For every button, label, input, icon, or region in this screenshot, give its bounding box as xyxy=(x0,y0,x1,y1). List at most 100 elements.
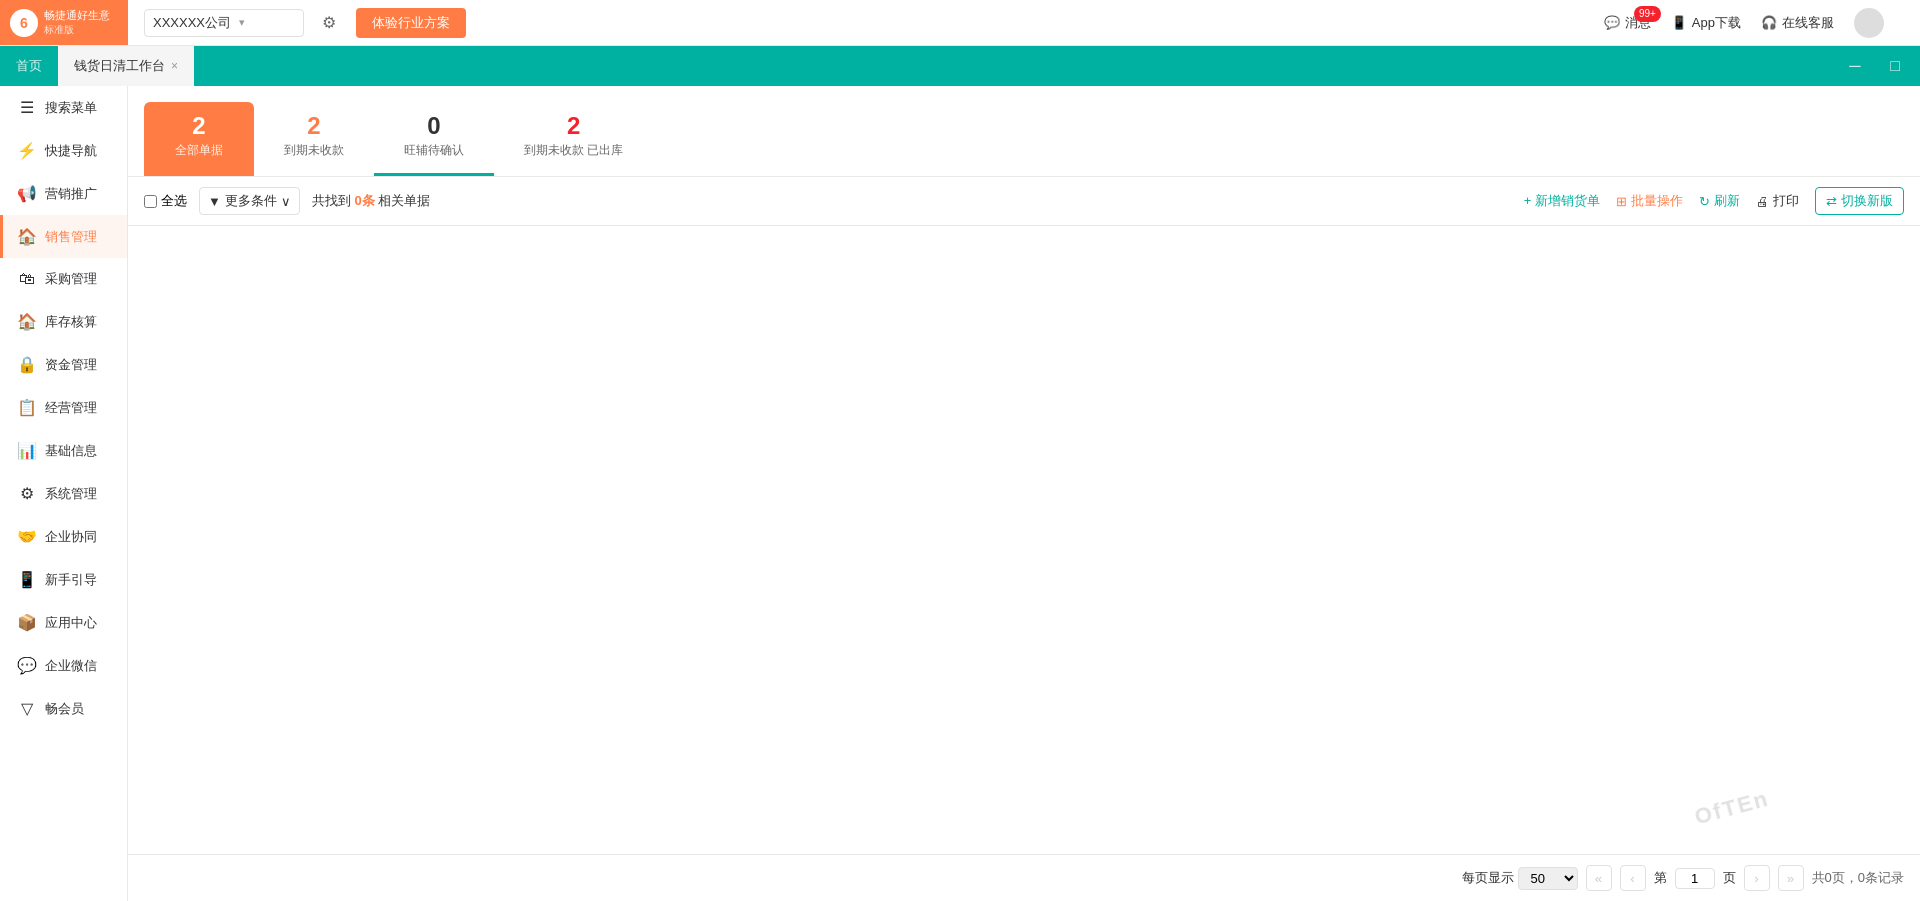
headset-icon: 🎧 xyxy=(1761,15,1777,30)
sys-mgmt-icon: ⚙ xyxy=(17,484,37,503)
company-dropdown-arrow: ▾ xyxy=(239,16,245,29)
per-page-selector: 每页显示 50 100 200 xyxy=(1462,867,1578,890)
found-count: 0条 xyxy=(355,193,375,208)
stat-number-overdue: 2 xyxy=(307,112,320,140)
page-number-input[interactable] xyxy=(1675,868,1715,889)
page-suffix-label: 页 xyxy=(1723,869,1736,887)
select-all-checkbox[interactable]: 全选 xyxy=(144,192,187,210)
purchase-icon: 🛍 xyxy=(17,270,37,288)
switch-icon: ⇄ xyxy=(1826,194,1837,209)
logo-tag: 标准版 xyxy=(44,23,110,37)
sidebar-item-operations[interactable]: 📋 经营管理 xyxy=(0,386,127,429)
prev-page-button[interactable]: ‹ xyxy=(1620,865,1646,891)
logo-title: 畅捷通好生意 xyxy=(44,8,110,22)
per-page-select[interactable]: 50 100 200 xyxy=(1518,867,1578,890)
print-button[interactable]: 🖨 打印 xyxy=(1756,192,1799,210)
per-page-label: 每页显示 xyxy=(1462,869,1514,887)
batch-ops-icon: ⊞ xyxy=(1616,194,1627,209)
stat-tab-overdue[interactable]: 2 到期未收款 xyxy=(254,102,374,176)
sidebar: ☰ 搜索菜单 ⚡ 快捷导航 📢 营销推广 🏠 销售管理 🛍 采购管理 🏠 库存核… xyxy=(0,86,128,901)
refresh-button[interactable]: ↻ 刷新 xyxy=(1699,192,1740,210)
refresh-icon: ↻ xyxy=(1699,194,1710,209)
header-right: 💬 消息 99+ 📱 App下载 🎧 在线客服 xyxy=(1604,8,1904,38)
stat-number-all: 2 xyxy=(192,112,205,140)
sidebar-item-app-center[interactable]: 📦 应用中心 xyxy=(0,601,127,644)
base-info-icon: 📊 xyxy=(17,441,37,460)
message-icon: 💬 xyxy=(1604,15,1620,30)
search-menu-icon: ☰ xyxy=(17,98,37,117)
print-icon: 🖨 xyxy=(1756,194,1769,209)
company-selector[interactable]: XXXXXX公司 ▾ xyxy=(144,9,304,37)
sales-icon: 🏠 xyxy=(17,227,37,246)
app-download-label: App下载 xyxy=(1692,14,1741,32)
online-service-label: 在线客服 xyxy=(1782,14,1834,32)
stat-label-overdue: 到期未收款 xyxy=(284,142,344,159)
nav-tab-actions: ─ □ xyxy=(1840,51,1920,81)
stat-tab-overdue-shipped[interactable]: 2 到期未收款 已出库 xyxy=(494,102,653,176)
logo-area[interactable]: 6 畅捷通好生意 标准版 xyxy=(0,0,128,45)
inventory-icon: 🏠 xyxy=(17,312,37,331)
maximize-icon[interactable]: □ xyxy=(1880,51,1910,81)
toolbar: 全选 ▼ 更多条件 ∨ 共找到 0条 相关单据 + 新增销货单 ⊞ 批量操作 ↻ xyxy=(128,177,1920,226)
toolbar-right: + 新增销货单 ⊞ 批量操作 ↻ 刷新 🖨 打印 ⇄ 切换新版 xyxy=(1524,187,1904,215)
close-workbench-tab[interactable]: × xyxy=(171,59,178,73)
trial-button[interactable]: 体验行业方案 xyxy=(356,8,466,38)
top-header: 6 畅捷通好生意 标准版 XXXXXX公司 ▾ ⚙ 体验行业方案 💬 消息 99… xyxy=(0,0,1920,46)
sidebar-item-guide[interactable]: 📱 新手引导 xyxy=(0,558,127,601)
table-area xyxy=(128,226,1920,854)
filter-arrow: ∨ xyxy=(281,194,291,209)
nav-tab-workbench[interactable]: 钱货日清工作台 × xyxy=(58,46,194,86)
stat-label-wangdian: 旺辅待确认 xyxy=(404,142,464,159)
operations-icon: 📋 xyxy=(17,398,37,417)
stat-label-overdue-shipped: 到期未收款 已出库 xyxy=(524,142,623,159)
logo-text-group: 畅捷通好生意 标准版 xyxy=(44,8,110,36)
batch-ops-button[interactable]: ⊞ 批量操作 xyxy=(1616,192,1683,210)
phone-icon: 📱 xyxy=(1671,15,1687,30)
minimize-icon[interactable]: ─ xyxy=(1840,51,1870,81)
first-page-button[interactable]: « xyxy=(1586,865,1612,891)
sidebar-item-sys-mgmt[interactable]: ⚙ 系统管理 xyxy=(0,472,127,515)
sidebar-item-purchase[interactable]: 🛍 采购管理 xyxy=(0,258,127,300)
sidebar-item-weixin[interactable]: 💬 企业微信 xyxy=(0,644,127,687)
nav-tab-home[interactable]: 首页 xyxy=(0,46,58,86)
more-filter-button[interactable]: ▼ 更多条件 ∨ xyxy=(199,187,300,215)
sidebar-item-member[interactable]: ▽ 畅会员 xyxy=(0,687,127,730)
switch-version-button[interactable]: ⇄ 切换新版 xyxy=(1815,187,1904,215)
guide-icon: 📱 xyxy=(17,570,37,589)
app-center-icon: 📦 xyxy=(17,613,37,632)
sidebar-item-quick-nav[interactable]: ⚡ 快捷导航 xyxy=(0,129,127,172)
sidebar-item-sales[interactable]: 🏠 销售管理 xyxy=(0,215,127,258)
sidebar-item-marketing[interactable]: 📢 营销推广 xyxy=(0,172,127,215)
content-area: 2 全部单据 2 到期未收款 0 旺辅待确认 2 到期未收款 已出库 xyxy=(128,86,1920,901)
app-download-action[interactable]: 📱 App下载 xyxy=(1671,14,1741,32)
stat-tab-all[interactable]: 2 全部单据 xyxy=(144,102,254,176)
messages-action[interactable]: 💬 消息 99+ xyxy=(1604,14,1651,32)
new-sale-button[interactable]: + 新增销货单 xyxy=(1524,192,1600,210)
page-prefix-label: 第 xyxy=(1654,869,1667,887)
stats-bar: 2 全部单据 2 到期未收款 0 旺辅待确认 2 到期未收款 已出库 xyxy=(128,86,1920,177)
enterprise-icon: 🤝 xyxy=(17,527,37,546)
main-layout: ☰ 搜索菜单 ⚡ 快捷导航 📢 营销推广 🏠 销售管理 🛍 采购管理 🏠 库存核… xyxy=(0,86,1920,901)
avatar[interactable] xyxy=(1854,8,1884,38)
next-page-button[interactable]: › xyxy=(1744,865,1770,891)
select-all-input[interactable] xyxy=(144,195,157,208)
messages-badge: 99+ xyxy=(1634,6,1661,22)
nav-tabs: 首页 钱货日清工作台 × ─ □ xyxy=(0,46,1920,86)
sidebar-item-search-menu[interactable]: ☰ 搜索菜单 xyxy=(0,86,127,129)
stats-tabs: 2 全部单据 2 到期未收款 0 旺辅待确认 2 到期未收款 已出库 xyxy=(144,102,1904,176)
stat-tab-wangdian[interactable]: 0 旺辅待确认 xyxy=(374,102,494,176)
quick-nav-icon: ⚡ xyxy=(17,141,37,160)
settings-icon[interactable]: ⚙ xyxy=(314,8,344,38)
last-page-button[interactable]: » xyxy=(1778,865,1804,891)
stat-label-all: 全部单据 xyxy=(175,142,223,159)
filter-icon: ▼ xyxy=(208,194,221,209)
sidebar-item-inventory[interactable]: 🏠 库存核算 xyxy=(0,300,127,343)
stat-number-overdue-shipped: 2 xyxy=(567,112,580,140)
stat-number-wangdian: 0 xyxy=(427,112,440,140)
sidebar-item-enterprise[interactable]: 🤝 企业协同 xyxy=(0,515,127,558)
pagination-bar: 每页显示 50 100 200 « ‹ 第 页 › » 共0页，0条记录 xyxy=(128,854,1920,901)
online-service-action[interactable]: 🎧 在线客服 xyxy=(1761,14,1834,32)
sidebar-item-base-info[interactable]: 📊 基础信息 xyxy=(0,429,127,472)
sidebar-item-finance[interactable]: 🔒 资金管理 xyxy=(0,343,127,386)
company-name: XXXXXX公司 xyxy=(153,14,231,32)
